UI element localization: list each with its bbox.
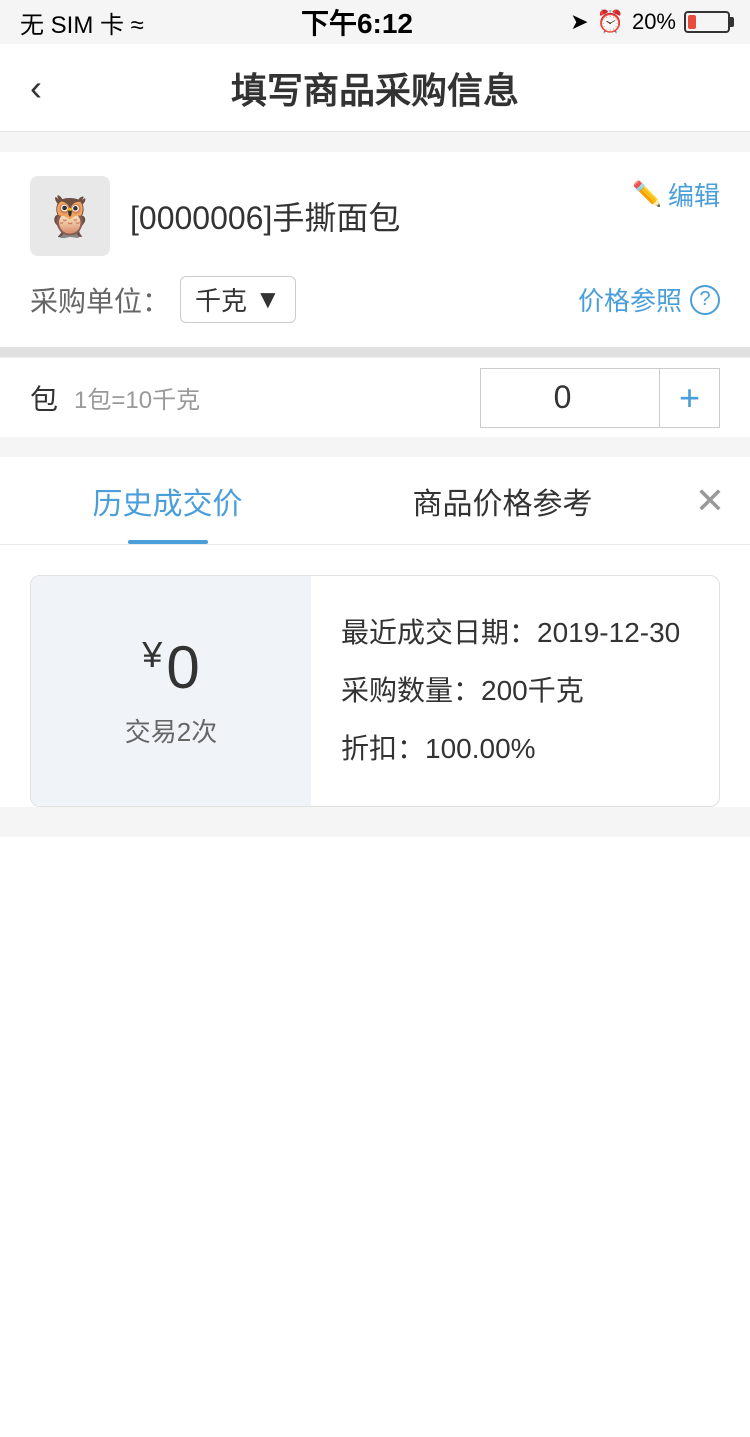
- quantity-detail-value: 200千克: [481, 675, 584, 706]
- price-amount: ¥0: [142, 633, 199, 702]
- discount-value: 100.00%: [425, 733, 536, 764]
- unit-value: 千克: [195, 281, 247, 318]
- plus-icon: +: [679, 377, 700, 419]
- product-id: [0000006]: [130, 200, 272, 236]
- price-ref-label: 价格参照: [578, 281, 682, 318]
- edit-button[interactable]: ✏️ 编辑: [632, 176, 720, 213]
- back-button[interactable]: ‹: [30, 67, 42, 109]
- quantity-input-group: +: [480, 368, 720, 428]
- edit-label: 编辑: [668, 176, 720, 213]
- help-icon: ?: [699, 288, 710, 311]
- edit-icon: ✏️: [632, 180, 662, 209]
- quantity-conversion: 1包=10千克: [74, 380, 200, 415]
- tab-price-ref-label: 商品价格参考: [413, 479, 593, 523]
- product-header: 🦉 [0000006]手撕面包 ✏️ 编辑: [30, 176, 720, 256]
- status-right: ➤ ⏰ 20%: [570, 9, 730, 35]
- close-icon: ✕: [695, 480, 725, 522]
- quantity-row: 包 1包=10千克 +: [0, 357, 750, 437]
- battery-icon: [684, 11, 730, 33]
- product-left: 🦉 [0000006]手撕面包: [30, 176, 400, 256]
- dropdown-arrow-icon: ▼: [255, 284, 281, 315]
- quantity-detail-label: 采购数量：: [341, 675, 481, 706]
- price-reference-button[interactable]: 价格参照 ?: [578, 281, 720, 318]
- status-time: 下午6:12: [301, 2, 413, 42]
- product-title: 手撕面包: [272, 200, 400, 236]
- price-left-panel: ¥0 交易2次: [31, 576, 311, 806]
- nav-bar: ‹ 填写商品采购信息: [0, 44, 750, 132]
- tab-active-indicator: [128, 540, 208, 544]
- bottom-area: [0, 837, 750, 1437]
- status-bar: 无 SIM 卡 ≈ 下午6:12 ➤ ⏰ 20%: [0, 0, 750, 44]
- tabs-header: 历史成交价 商品价格参考 ✕: [0, 457, 750, 545]
- location-icon: ➤: [570, 9, 588, 35]
- tabs-section: 历史成交价 商品价格参考 ✕ ¥0 交易2次 最近成交日期：2019-12-30…: [0, 457, 750, 807]
- recent-date-label: 最近成交日期：: [341, 617, 537, 648]
- tab-close-button[interactable]: ✕: [670, 480, 750, 522]
- product-name: [0000006]手撕面包: [130, 193, 400, 239]
- discount-row: 折扣：100.00%: [341, 728, 689, 770]
- product-card: 🦉 [0000006]手撕面包 ✏️ 编辑 采购单位： 千克 ▼ 价格参照 ?: [0, 152, 750, 347]
- unit-select-dropdown[interactable]: 千克 ▼: [180, 276, 296, 323]
- page-title: 填写商品采购信息: [231, 62, 519, 114]
- quantity-unit: 包: [30, 378, 58, 418]
- recent-date-value: 2019-12-30: [537, 617, 680, 648]
- price-value: 0: [166, 634, 199, 701]
- alarm-icon: ⏰: [597, 9, 624, 35]
- signal-text: 无 SIM 卡 ≈: [20, 5, 144, 40]
- tab-price-reference[interactable]: 商品价格参考: [335, 457, 670, 544]
- discount-label: 折扣：: [341, 733, 425, 764]
- battery-percent: 20%: [632, 9, 676, 35]
- quantity-label: 包 1包=10千克: [30, 378, 200, 418]
- trade-count: 交易2次: [125, 712, 217, 749]
- price-right-panel: 最近成交日期：2019-12-30 采购数量：200千克 折扣：100.00%: [311, 576, 719, 806]
- quantity-detail-row: 采购数量：200千克: [341, 670, 689, 712]
- quantity-input[interactable]: [480, 368, 660, 428]
- recent-date-row: 最近成交日期：2019-12-30: [341, 612, 689, 654]
- tab-history-label: 历史成交价: [93, 479, 243, 523]
- back-icon: ‹: [30, 67, 42, 108]
- price-card: ¥0 交易2次 最近成交日期：2019-12-30 采购数量：200千克 折扣：…: [30, 575, 720, 807]
- separator: [0, 347, 750, 357]
- tab-history-price[interactable]: 历史成交价: [0, 457, 335, 544]
- battery-fill: [688, 15, 696, 29]
- status-left: 无 SIM 卡 ≈: [20, 5, 144, 40]
- currency-symbol: ¥: [142, 634, 162, 675]
- product-logo-icon: 🦉: [45, 193, 95, 240]
- help-circle-icon: ?: [690, 285, 720, 315]
- quantity-plus-button[interactable]: +: [660, 368, 720, 428]
- unit-label: 采购单位：: [30, 280, 170, 320]
- product-unit-row: 采购单位： 千克 ▼ 价格参照 ?: [30, 276, 720, 323]
- product-thumbnail: 🦉: [30, 176, 110, 256]
